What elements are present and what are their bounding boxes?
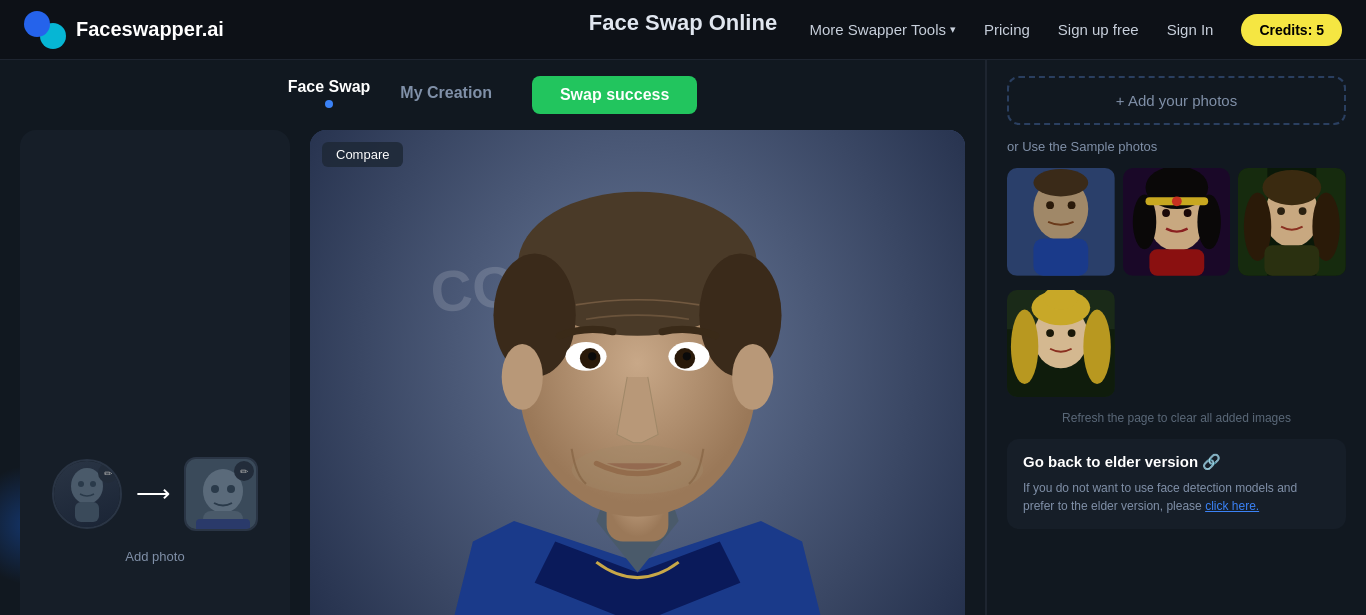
- compare-button[interactable]: Compare: [322, 142, 403, 167]
- svg-point-23: [683, 352, 691, 360]
- main-content: Face Swap My Creation Swap success: [0, 60, 1366, 615]
- svg-point-32: [1033, 169, 1088, 196]
- more-tools-dropdown[interactable]: More Swapper Tools ▾: [810, 21, 956, 38]
- add-photos-button[interactable]: + Add your photos: [1007, 76, 1346, 125]
- svg-point-40: [1162, 209, 1170, 217]
- sample-arnold-svg: [1007, 168, 1115, 276]
- refresh-text: Refresh the page to clear all added imag…: [1007, 411, 1346, 425]
- svg-point-51: [1299, 207, 1307, 215]
- sample-grid-row1: [1007, 168, 1346, 276]
- left-panel: Face Swap My Creation Swap success: [0, 60, 986, 615]
- pricing-link[interactable]: Pricing: [984, 21, 1030, 38]
- svg-rect-9: [196, 519, 250, 531]
- page-title: Face Swap Online: [589, 10, 777, 36]
- svg-point-26: [732, 344, 773, 410]
- svg-point-20: [588, 352, 596, 360]
- svg-point-25: [502, 344, 543, 410]
- target-face-thumb[interactable]: ✏: [184, 457, 258, 531]
- source-face-thumb[interactable]: ✏: [52, 459, 122, 529]
- svg-point-2: [78, 481, 84, 487]
- svg-rect-42: [1149, 249, 1204, 275]
- svg-point-39: [1172, 196, 1182, 206]
- swap-success-button[interactable]: Swap success: [532, 76, 697, 114]
- signin-link[interactable]: Sign In: [1167, 21, 1214, 38]
- svg-rect-1: [75, 502, 99, 522]
- face-swap-controls: ✏ ⟶: [52, 457, 258, 531]
- svg-point-50: [1277, 207, 1285, 215]
- signup-link[interactable]: Sign up free: [1058, 21, 1139, 38]
- sample-label: or Use the Sample photos: [1007, 139, 1346, 154]
- logo-icon: [24, 9, 66, 51]
- svg-point-3: [90, 481, 96, 487]
- svg-point-59: [1046, 329, 1054, 337]
- tab-my-creation[interactable]: My Creation: [400, 84, 492, 106]
- sample-image-arnold[interactable]: [1007, 168, 1115, 276]
- result-image-svg: CO SD: [310, 130, 965, 615]
- logo-text: Faceswapper.ai: [76, 18, 224, 41]
- sample-wonder-woman-svg: [1123, 168, 1231, 276]
- svg-point-57: [1011, 309, 1038, 383]
- svg-point-24: [572, 445, 704, 494]
- source-panel: ✏ ⟶: [20, 130, 290, 615]
- elder-desc: If you do not want to use face detection…: [1023, 479, 1330, 515]
- chevron-down-icon: ▾: [950, 23, 956, 36]
- tab-face-swap[interactable]: Face Swap: [288, 78, 371, 112]
- svg-point-47: [1263, 170, 1322, 205]
- add-photo-label: Add photo: [125, 549, 184, 564]
- nav-right: More Swapper Tools ▾ Pricing Sign up fre…: [810, 14, 1343, 46]
- sample-woman-green-svg: [1238, 168, 1346, 276]
- sample-image-wonder-woman[interactable]: [1123, 168, 1231, 276]
- more-tools-label: More Swapper Tools: [810, 21, 946, 38]
- editor-area: ✏ ⟶: [20, 122, 965, 615]
- click-here-link[interactable]: click here.: [1205, 499, 1259, 513]
- logo[interactable]: Faceswapper.ai: [24, 9, 224, 51]
- sample-blonde-svg: [1007, 290, 1115, 398]
- right-panel: + Add your photos or Use the Sample phot…: [986, 60, 1366, 615]
- svg-point-60: [1068, 329, 1076, 337]
- credits-button[interactable]: Credits: 5: [1241, 14, 1342, 46]
- result-area: CO SD: [310, 130, 965, 615]
- navbar: Faceswapper.ai Face Swap Online More Swa…: [0, 0, 1366, 60]
- svg-point-30: [1046, 201, 1054, 209]
- elder-version-box: Go back to elder version 🔗 If you do not…: [1007, 439, 1346, 529]
- svg-rect-29: [1033, 238, 1088, 275]
- sample-grid-row2: [1007, 290, 1346, 398]
- svg-point-58: [1083, 309, 1110, 383]
- svg-point-41: [1183, 209, 1191, 217]
- tabs: Face Swap My Creation Swap success: [20, 60, 965, 122]
- svg-rect-52: [1265, 245, 1320, 275]
- svg-point-31: [1068, 201, 1076, 209]
- logo-circle-blue: [24, 11, 50, 37]
- sample-image-woman-green[interactable]: [1238, 168, 1346, 276]
- swap-arrow-icon: ⟶: [136, 480, 170, 508]
- sample-image-blonde[interactable]: [1007, 290, 1115, 398]
- result-image-bg: CO SD: [310, 130, 965, 615]
- svg-point-7: [211, 485, 219, 493]
- elder-title: Go back to elder version 🔗: [1023, 453, 1330, 471]
- svg-point-8: [227, 485, 235, 493]
